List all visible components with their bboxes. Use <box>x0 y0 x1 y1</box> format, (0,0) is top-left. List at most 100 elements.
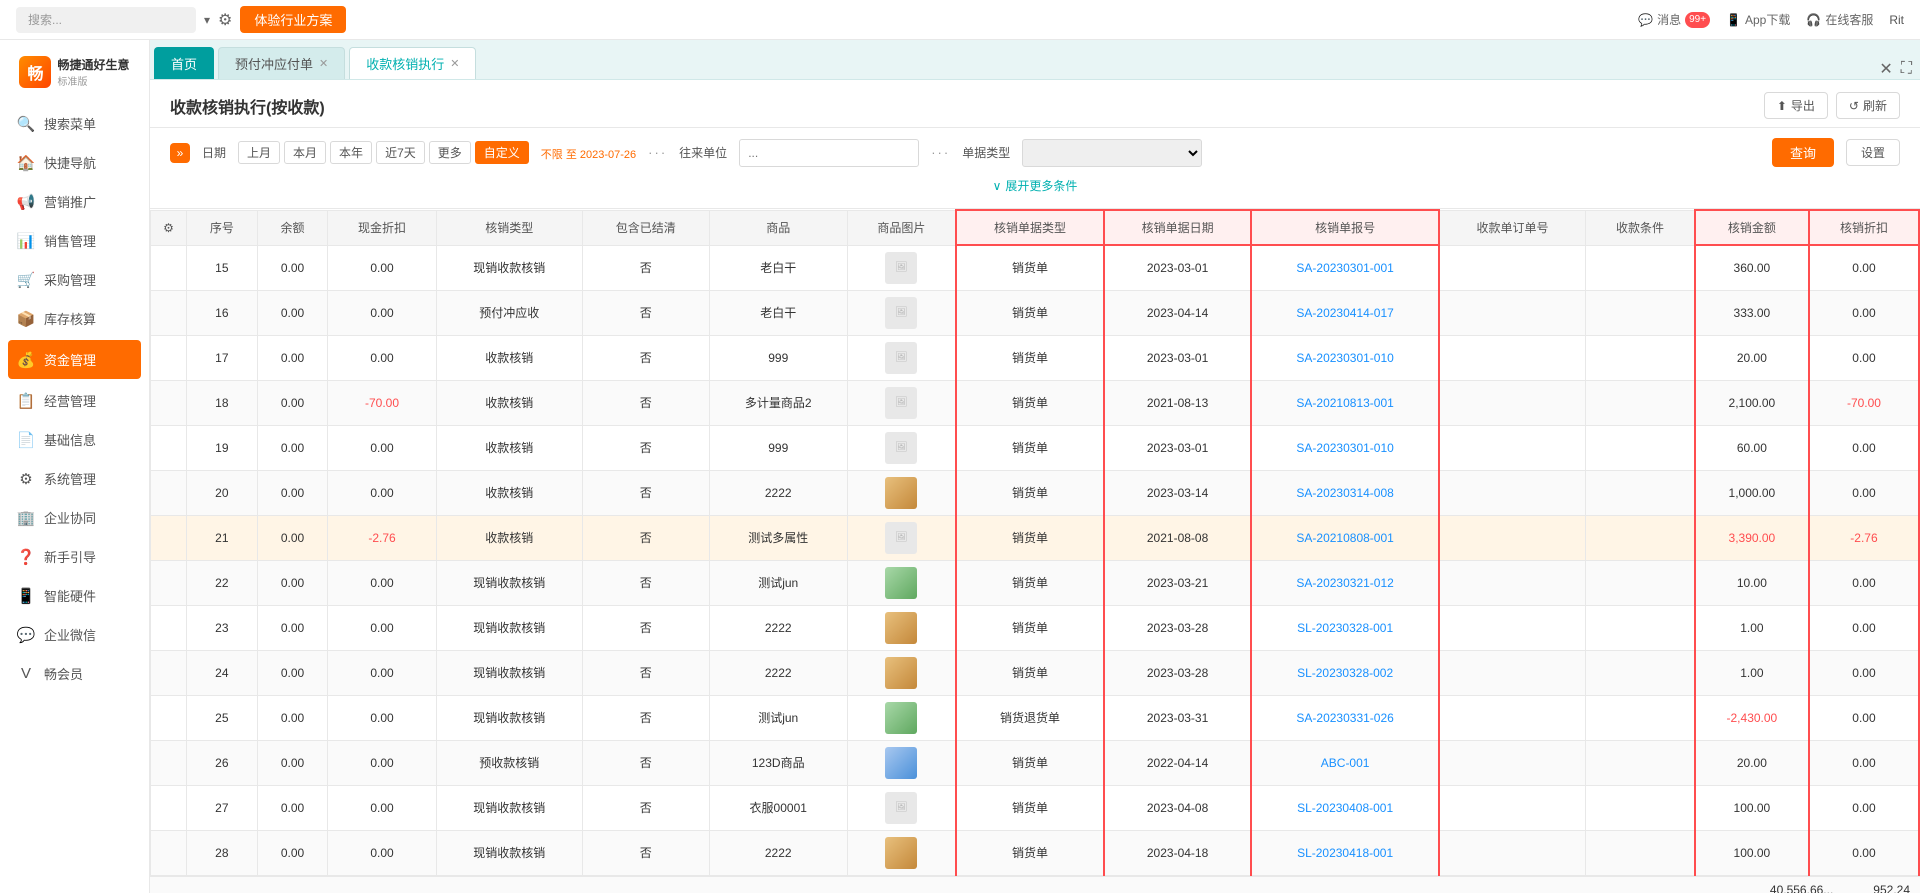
td-verify-amount: 100.00 <box>1695 785 1809 830</box>
sidebar-item-search[interactable]: 🔍 搜索菜单 <box>0 104 149 143</box>
td-verify-doc-no[interactable]: SL-20230328-002 <box>1251 650 1438 695</box>
sidebar-item-purchase[interactable]: 🛒 采购管理 <box>0 260 149 299</box>
expand-label: 展开更多条件 <box>1005 177 1077 194</box>
verify-doc-link[interactable]: SA-20210813-001 <box>1296 396 1393 410</box>
doc-type-filter-select[interactable] <box>1022 139 1202 167</box>
tab-collection-close-icon[interactable]: ✕ <box>450 57 459 70</box>
td-verify-type: 收款核销 <box>436 335 582 380</box>
sidebar-item-sales[interactable]: 📊 销售管理 <box>0 221 149 260</box>
verify-doc-link[interactable]: SL-20230418-001 <box>1297 846 1393 860</box>
sidebar-item-finance[interactable]: 💰 资金管理 <box>8 340 141 379</box>
td-verify-amount: 20.00 <box>1695 740 1809 785</box>
td-verify-doc-no[interactable]: ABC-001 <box>1251 740 1438 785</box>
verify-doc-link[interactable]: SA-20230314-008 <box>1296 486 1393 500</box>
td-product-image <box>847 560 956 605</box>
verify-doc-link[interactable]: SA-20230301-001 <box>1296 261 1393 275</box>
td-receipt-condition <box>1586 470 1695 515</box>
td-verify-doc-no[interactable]: SL-20230408-001 <box>1251 785 1438 830</box>
verify-doc-link[interactable]: SL-20230328-001 <box>1297 621 1393 635</box>
sidebar-item-basic[interactable]: 📄 基础信息 <box>0 420 149 459</box>
tab-expand-button[interactable]: ⛶ <box>1901 60 1912 78</box>
td-verify-doc-no[interactable]: SL-20230418-001 <box>1251 830 1438 875</box>
td-verify-discount: -70.00 <box>1809 380 1919 425</box>
online-service-area[interactable]: 🎧 在线客服 <box>1806 11 1873 28</box>
sidebar-item-label: 基础信息 <box>44 430 96 449</box>
tab-bar-actions: ✕ ⛶ <box>1879 59 1920 79</box>
sidebar-item-enterprise[interactable]: 🏢 企业协同 <box>0 498 149 537</box>
app-download-area[interactable]: 📱 App下载 <box>1726 11 1790 28</box>
verify-doc-link[interactable]: SL-20230408-001 <box>1297 801 1393 815</box>
dropdown-arrow-icon[interactable]: ▾ <box>204 13 210 27</box>
td-product: 123D商品 <box>709 740 847 785</box>
th-gear[interactable]: ⚙ <box>151 210 187 245</box>
verify-doc-link[interactable]: SA-20230321-012 <box>1296 576 1393 590</box>
last-7days-btn[interactable]: 近7天 <box>376 141 425 164</box>
sidebar-item-wechat[interactable]: 💬 企业微信 <box>0 615 149 654</box>
td-verify-doc-no[interactable]: SA-20230301-001 <box>1251 245 1438 290</box>
td-verify-doc-no[interactable]: SA-20230301-010 <box>1251 425 1438 470</box>
table-header-row: ⚙ 序号 余额 现金折扣 核销类型 包含已结清 商品 商品图片 核销单据类型 核… <box>151 210 1920 245</box>
verify-doc-link[interactable]: SA-20230331-026 <box>1296 711 1393 725</box>
last-month-btn[interactable]: 上月 <box>238 141 280 164</box>
industry-solution-button[interactable]: 体验行业方案 <box>240 6 346 33</box>
verify-doc-link[interactable]: SA-20230414-017 <box>1296 306 1393 320</box>
td-verify-doc-no[interactable]: SA-20210808-001 <box>1251 515 1438 560</box>
td-verify-doc-no[interactable]: SL-20230328-001 <box>1251 605 1438 650</box>
settings-icon[interactable]: ⚙ <box>218 10 232 30</box>
refresh-button[interactable]: ↺ 刷新 <box>1836 92 1900 119</box>
sidebar-item-hardware[interactable]: 📱 智能硬件 <box>0 576 149 615</box>
td-verify-doc-no[interactable]: SA-20210813-001 <box>1251 380 1438 425</box>
user-label[interactable]: Rit <box>1889 13 1904 27</box>
verify-doc-link[interactable]: SA-20230301-010 <box>1296 351 1393 365</box>
query-button[interactable]: 查询 <box>1772 138 1834 167</box>
verify-doc-link[interactable]: SA-20230301-010 <box>1296 441 1393 455</box>
product-image-building <box>885 747 917 779</box>
sidebar-item-member[interactable]: V 畅会员 <box>0 654 149 693</box>
verify-doc-link[interactable]: ABC-001 <box>1321 756 1370 770</box>
table-row: 20 0.00 0.00 收款核销 否 2222 销货单 2023-03-14 … <box>151 470 1920 515</box>
td-verify-discount: 0.00 <box>1809 605 1919 650</box>
verify-doc-link[interactable]: SA-20210808-001 <box>1296 531 1393 545</box>
td-verify-doc-no[interactable]: SA-20230301-010 <box>1251 335 1438 380</box>
product-image-brown <box>885 837 917 869</box>
expand-more-conditions[interactable]: ∨ 展开更多条件 <box>985 173 1086 198</box>
message-icon-area[interactable]: 💬 消息 99+ <box>1638 11 1710 28</box>
more-btn[interactable]: 更多 <box>429 141 471 164</box>
export-button[interactable]: ⬆ 导出 <box>1764 92 1828 119</box>
marketing-icon: 📢 <box>16 193 36 211</box>
sidebar-item-label: 资金管理 <box>44 350 96 369</box>
sidebar-item-operation[interactable]: 📋 经营管理 <box>0 381 149 420</box>
th-product: 商品 <box>709 210 847 245</box>
tab-close-button[interactable]: ✕ <box>1879 59 1892 79</box>
setting-button[interactable]: 设置 <box>1846 139 1900 166</box>
sidebar-item-nav[interactable]: 🏠 快捷导航 <box>0 143 149 182</box>
td-verify-doc-type: 销货单 <box>956 290 1104 335</box>
td-receipt-order-no <box>1439 605 1586 650</box>
tab-prepay[interactable]: 预付冲应付单 ✕ <box>218 47 345 79</box>
td-include-settled: 否 <box>582 470 709 515</box>
td-verify-doc-date: 2023-03-21 <box>1104 560 1252 605</box>
partner-filter-input[interactable] <box>739 139 919 167</box>
tab-collection[interactable]: 收款核销执行 ✕ <box>349 47 476 79</box>
td-verify-doc-no[interactable]: SA-20230331-026 <box>1251 695 1438 740</box>
chevron-down-icon: ∨ <box>993 179 1002 193</box>
custom-btn[interactable]: 自定义 <box>475 141 529 164</box>
sidebar-item-system[interactable]: ⚙ 系统管理 <box>0 459 149 498</box>
tab-prepay-close-icon[interactable]: ✕ <box>319 57 328 70</box>
tab-home[interactable]: 首页 <box>154 47 214 79</box>
td-verify-doc-type: 销货单 <box>956 650 1104 695</box>
td-verify-doc-date: 2023-03-01 <box>1104 335 1252 380</box>
filter-expand-chevron[interactable]: » <box>170 143 190 163</box>
this-month-btn[interactable]: 本月 <box>284 141 326 164</box>
top-search-area[interactable]: 搜索... <box>16 7 196 33</box>
td-product: 测试jun <box>709 560 847 605</box>
this-year-btn[interactable]: 本年 <box>330 141 372 164</box>
td-verify-doc-no[interactable]: SA-20230321-012 <box>1251 560 1438 605</box>
verify-doc-link[interactable]: SL-20230328-002 <box>1297 666 1393 680</box>
sidebar-item-newbie[interactable]: ❓ 新手引导 <box>0 537 149 576</box>
sidebar-item-inventory[interactable]: 📦 库存核算 <box>0 299 149 338</box>
tab-collection-label: 收款核销执行 <box>366 54 444 73</box>
sidebar-item-marketing[interactable]: 📢 营销推广 <box>0 182 149 221</box>
td-verify-doc-no[interactable]: SA-20230314-008 <box>1251 470 1438 515</box>
td-verify-doc-no[interactable]: SA-20230414-017 <box>1251 290 1438 335</box>
